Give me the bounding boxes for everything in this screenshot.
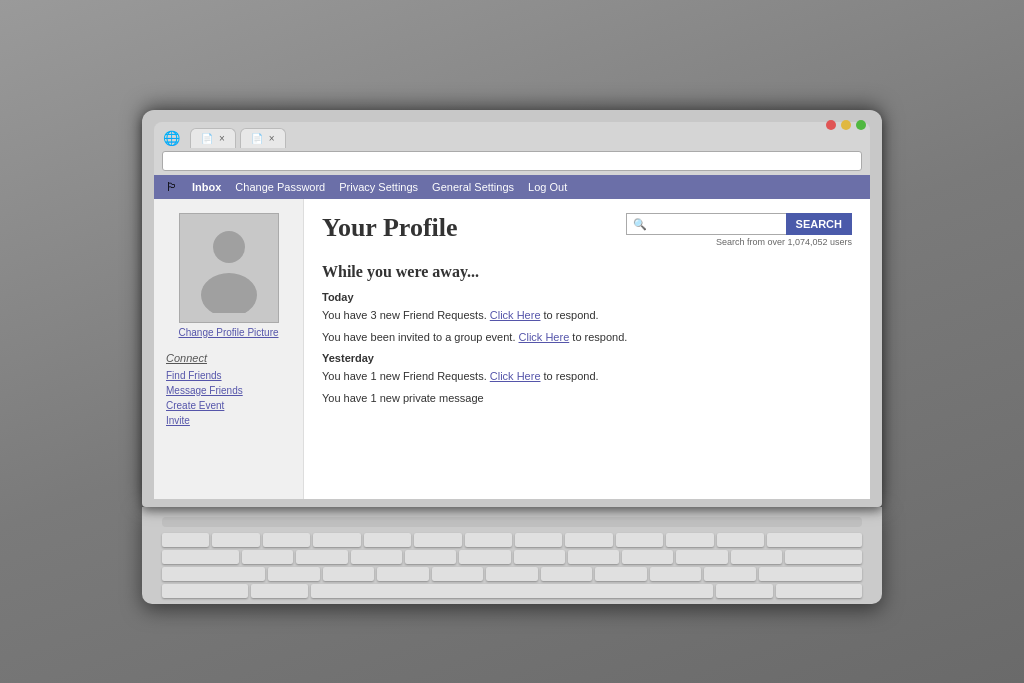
today-activity-2: You have been invited to a group event. …	[322, 329, 852, 346]
nav-inbox-link[interactable]: Inbox	[192, 181, 221, 193]
find-friends-link[interactable]: Find Friends	[166, 370, 291, 381]
today-activity-1: You have 3 new Friend Requests. Click He…	[322, 307, 852, 324]
search-hint-text: Search from over 1,074,052 users	[716, 237, 852, 247]
search-row: SEARCH	[626, 213, 852, 235]
yesterday-line1-post: to respond.	[541, 370, 599, 382]
invite-link[interactable]: Invite	[166, 415, 291, 426]
away-section: While you were away... Today You have 3 …	[322, 263, 852, 407]
laptop-screen: 🌐 📄 × 📄 × 🏳 Inbox	[142, 110, 882, 507]
today-click-here-1[interactable]: Click Here	[490, 309, 541, 321]
yesterday-activity-2: You have 1 new private message	[322, 390, 852, 407]
address-bar-input[interactable]	[162, 151, 862, 171]
profile-pic-container: Change Profile Picture	[166, 213, 291, 338]
window-controls	[826, 120, 866, 130]
address-bar-row	[154, 148, 870, 175]
tab1-close-button[interactable]: ×	[219, 133, 225, 144]
main-content: Your Profile SEARCH Search from over 1,0…	[304, 199, 870, 499]
nav-logout-link[interactable]: Log Out	[528, 181, 567, 193]
profile-avatar	[179, 213, 279, 323]
browser-content: 🏳 Inbox Change Password Privacy Settings…	[154, 175, 870, 499]
browser-tab-1[interactable]: 📄 ×	[190, 128, 236, 148]
sidebar: Change Profile Picture Connect Find Frie…	[154, 199, 304, 499]
profile-header: Your Profile SEARCH Search from over 1,0…	[322, 213, 852, 247]
nav-privacy-settings-link[interactable]: Privacy Settings	[339, 181, 418, 193]
nav-flag-icon: 🏳	[166, 180, 178, 194]
connect-section: Connect Find Friends Message Friends Cre…	[166, 352, 291, 426]
today-line2-pre: You have been invited to a group event.	[322, 331, 519, 343]
page-layout: Change Profile Picture Connect Find Frie…	[154, 199, 870, 499]
today-line2-post: to respond.	[569, 331, 627, 343]
yesterday-line1-pre: You have 1 new Friend Requests.	[322, 370, 490, 382]
yesterday-activity-1: You have 1 new Friend Requests. Click He…	[322, 368, 852, 385]
keyboard	[142, 507, 882, 604]
yesterday-click-here-1[interactable]: Click Here	[490, 370, 541, 382]
today-label: Today	[322, 291, 852, 303]
nav-change-password-link[interactable]: Change Password	[235, 181, 325, 193]
browser-tab-2[interactable]: 📄 ×	[240, 128, 286, 148]
nav-general-settings-link[interactable]: General Settings	[432, 181, 514, 193]
connect-section-title: Connect	[166, 352, 291, 364]
yesterday-label: Yesterday	[322, 352, 852, 364]
tab2-page-icon: 📄	[251, 133, 263, 144]
change-profile-picture-link[interactable]: Change Profile Picture	[166, 327, 291, 338]
away-heading: While you were away...	[322, 263, 852, 281]
search-button[interactable]: SEARCH	[786, 213, 852, 235]
create-event-link[interactable]: Create Event	[166, 400, 291, 411]
tab1-page-icon: 📄	[201, 133, 213, 144]
today-line1-post: to respond.	[541, 309, 599, 321]
nav-bar: 🏳 Inbox Change Password Privacy Settings…	[154, 175, 870, 199]
svg-point-0	[213, 231, 245, 263]
search-box: SEARCH Search from over 1,074,052 users	[626, 213, 852, 247]
globe-icon: 🌐	[162, 129, 180, 147]
minimize-window-button[interactable]	[841, 120, 851, 130]
maximize-window-button[interactable]	[856, 120, 866, 130]
browser-chrome: 🌐 📄 × 📄 ×	[154, 122, 870, 175]
page-title: Your Profile	[322, 213, 458, 243]
search-input[interactable]	[626, 213, 786, 235]
today-click-here-2[interactable]: Click Here	[519, 331, 570, 343]
close-window-button[interactable]	[826, 120, 836, 130]
tab-bar: 🌐 📄 × 📄 ×	[154, 122, 870, 148]
today-line1-pre: You have 3 new Friend Requests.	[322, 309, 490, 321]
svg-point-1	[201, 273, 257, 313]
message-friends-link[interactable]: Message Friends	[166, 385, 291, 396]
tab2-close-button[interactable]: ×	[269, 133, 275, 144]
